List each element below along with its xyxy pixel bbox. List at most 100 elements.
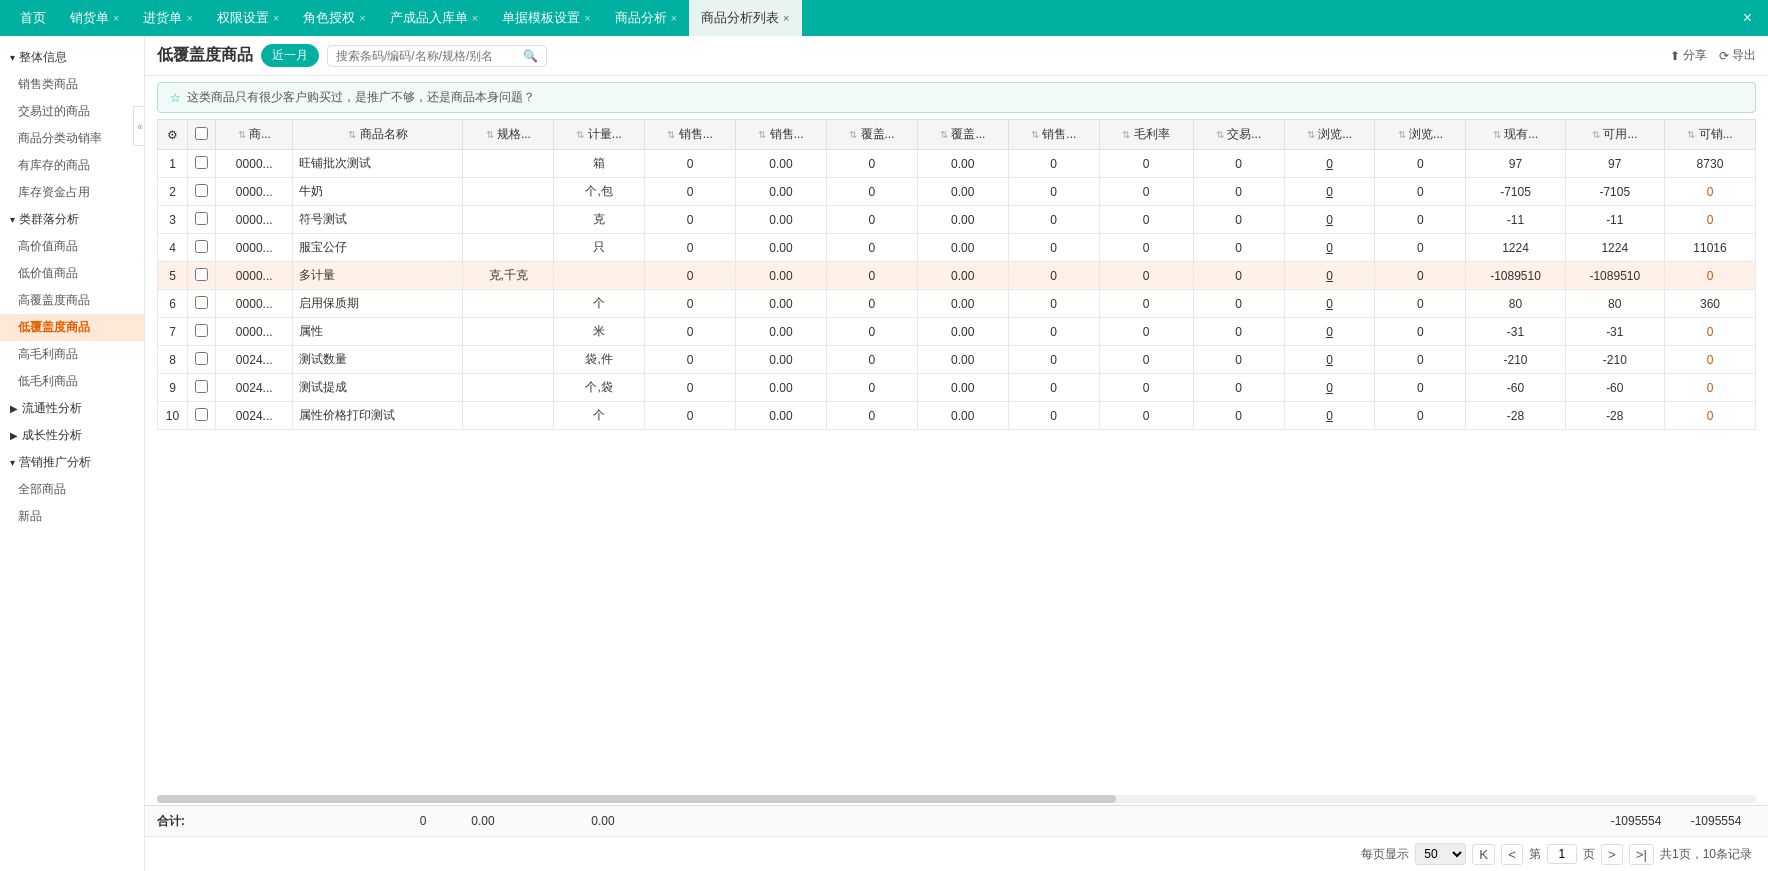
cell-num: 8 bbox=[158, 346, 188, 374]
sidebar-item-high-margin[interactable]: 高毛利商品 bbox=[0, 341, 144, 368]
col-coverage1[interactable]: ⇅ 覆盖... bbox=[826, 120, 917, 150]
close-icon[interactable]: × bbox=[113, 12, 119, 24]
cell-coverage2: 0.00 bbox=[917, 150, 1008, 178]
cell-unit: 个,包 bbox=[554, 178, 645, 206]
cell-stock1: -28 bbox=[1466, 402, 1565, 430]
col-transaction[interactable]: ⇅ 交易... bbox=[1193, 120, 1284, 150]
cell-checkbox[interactable] bbox=[188, 318, 216, 346]
cell-coverage2: 0.00 bbox=[917, 374, 1008, 402]
cell-coverage2: 0.00 bbox=[917, 318, 1008, 346]
next-page-button[interactable]: > bbox=[1601, 844, 1623, 865]
col-checkbox[interactable] bbox=[188, 120, 216, 150]
prev-page-button[interactable]: < bbox=[1501, 844, 1523, 865]
sidebar-item-high-value[interactable]: 高价值商品 bbox=[0, 233, 144, 260]
cell-sales2: 0.00 bbox=[736, 262, 827, 290]
scrollbar-thumb[interactable] bbox=[157, 795, 1116, 803]
close-icon[interactable]: × bbox=[584, 12, 590, 24]
footer-c2: 0.00 bbox=[573, 812, 633, 830]
sidebar-item-stock-capital[interactable]: 库存资金占用 bbox=[0, 179, 144, 206]
sidebar-section-overview[interactable]: ▾ 整体信息 bbox=[0, 44, 144, 71]
col-spec[interactable]: ⇅ 规格... bbox=[463, 120, 554, 150]
nav-sales[interactable]: 销货单 × bbox=[58, 0, 131, 36]
cell-checkbox[interactable] bbox=[188, 402, 216, 430]
sidebar-item-in-stock[interactable]: 有库存的商品 bbox=[0, 152, 144, 179]
cell-checkbox[interactable] bbox=[188, 374, 216, 402]
col-code[interactable]: ⇅ 商... bbox=[216, 120, 293, 150]
cell-stock2: -28 bbox=[1565, 402, 1664, 430]
search-icon[interactable]: 🔍 bbox=[523, 49, 538, 63]
col-browse1[interactable]: ⇅ 浏览... bbox=[1284, 120, 1375, 150]
col-settings[interactable]: ⚙ bbox=[158, 120, 188, 150]
col-stock3[interactable]: ⇅ 可销... bbox=[1664, 120, 1755, 150]
sidebar-item-traded-goods[interactable]: 交易过的商品 bbox=[0, 98, 144, 125]
cell-checkbox[interactable] bbox=[188, 346, 216, 374]
sidebar-section-circulation[interactable]: ▶ 流通性分析 bbox=[0, 395, 144, 422]
last-page-button[interactable]: >| bbox=[1629, 844, 1654, 865]
sidebar-item-category-rate[interactable]: 商品分类动销率 bbox=[0, 125, 144, 152]
sidebar-section-cluster[interactable]: ▾ 类群落分析 bbox=[0, 206, 144, 233]
sidebar-item-low-margin[interactable]: 低毛利商品 bbox=[0, 368, 144, 395]
close-icon[interactable]: × bbox=[671, 12, 677, 24]
close-icon[interactable]: × bbox=[186, 12, 192, 24]
cell-checkbox[interactable] bbox=[188, 178, 216, 206]
select-all-checkbox[interactable] bbox=[195, 127, 208, 140]
nav-purchase[interactable]: 进货单 × bbox=[131, 0, 204, 36]
search-input[interactable] bbox=[336, 49, 519, 63]
col-name[interactable]: ⇅ 商品名称 bbox=[293, 120, 463, 150]
cell-coverage2: 0.00 bbox=[917, 346, 1008, 374]
nav-template[interactable]: 单据模板设置 × bbox=[490, 0, 602, 36]
export-button[interactable]: ⟳ 导出 bbox=[1719, 47, 1756, 64]
cell-code: 0000... bbox=[216, 178, 293, 206]
nav-analysis-list[interactable]: 商品分析列表 × bbox=[689, 0, 801, 36]
nav-home[interactable]: 首页 bbox=[8, 0, 58, 36]
cell-browse2: 0 bbox=[1375, 178, 1466, 206]
nav-products[interactable]: 产成品入库单 × bbox=[378, 0, 490, 36]
col-browse2[interactable]: ⇅ 浏览... bbox=[1375, 120, 1466, 150]
filter-recent-month-button[interactable]: 近一月 bbox=[261, 44, 319, 67]
per-page-select[interactable]: 50 100 bbox=[1415, 843, 1466, 865]
close-icon[interactable]: × bbox=[273, 12, 279, 24]
sidebar-section-growth[interactable]: ▶ 成长性分析 bbox=[0, 422, 144, 449]
sidebar-collapse-button[interactable]: « bbox=[133, 106, 145, 146]
sidebar-item-low-value[interactable]: 低价值商品 bbox=[0, 260, 144, 287]
table-row: 60000...启用保质期个00.0000.00000008080360 bbox=[158, 290, 1756, 318]
col-coverage2[interactable]: ⇅ 覆盖... bbox=[917, 120, 1008, 150]
cell-checkbox[interactable] bbox=[188, 290, 216, 318]
close-icon[interactable]: × bbox=[783, 12, 789, 24]
cell-code: 0024... bbox=[216, 402, 293, 430]
cell-coverage2: 0.00 bbox=[917, 178, 1008, 206]
col-margin[interactable]: ⇅ 毛利率 bbox=[1099, 120, 1193, 150]
info-icon: ☆ bbox=[170, 91, 181, 105]
cell-unit: 只 bbox=[554, 234, 645, 262]
col-unit[interactable]: ⇅ 计量... bbox=[554, 120, 645, 150]
col-sales2[interactable]: ⇅ 销售... bbox=[736, 120, 827, 150]
col-stock1[interactable]: ⇅ 现有... bbox=[1466, 120, 1565, 150]
sidebar-item-all-goods[interactable]: 全部商品 bbox=[0, 476, 144, 503]
sidebar-item-new-goods[interactable]: 新品 bbox=[0, 503, 144, 530]
cell-checkbox[interactable] bbox=[188, 150, 216, 178]
nav-roles[interactable]: 角色授权 × bbox=[291, 0, 377, 36]
nav-analysis[interactable]: 商品分析 × bbox=[603, 0, 689, 36]
cell-checkbox[interactable] bbox=[188, 234, 216, 262]
cell-sales3: 0 bbox=[1008, 150, 1099, 178]
col-sales1[interactable]: ⇅ 销售... bbox=[645, 120, 736, 150]
table-row: 80024...测试数量袋,件00.0000.0000000-210-2100 bbox=[158, 346, 1756, 374]
share-button[interactable]: ⬆ 分享 bbox=[1670, 47, 1707, 64]
cell-checkbox[interactable] bbox=[188, 206, 216, 234]
sidebar-section-marketing[interactable]: ▾ 营销推广分析 bbox=[0, 449, 144, 476]
settings-icon[interactable]: ⚙ bbox=[167, 128, 178, 142]
close-all-tabs-button[interactable]: × bbox=[1735, 9, 1760, 27]
page-number-input[interactable] bbox=[1547, 844, 1577, 864]
data-table-container[interactable]: ⚙ ⇅ 商... ⇅ 商品名称 ⇅ 规格... ⇅ 计量... ⇅ 销售... … bbox=[157, 119, 1756, 793]
sidebar-item-high-coverage[interactable]: 高覆盖度商品 bbox=[0, 287, 144, 314]
first-page-button[interactable]: K bbox=[1472, 844, 1495, 865]
cell-checkbox[interactable] bbox=[188, 262, 216, 290]
close-icon[interactable]: × bbox=[472, 12, 478, 24]
col-stock2[interactable]: ⇅ 可用... bbox=[1565, 120, 1664, 150]
nav-permissions[interactable]: 权限设置 × bbox=[205, 0, 291, 36]
col-sales3[interactable]: ⇅ 销售... bbox=[1008, 120, 1099, 150]
sidebar-item-sales-goods[interactable]: 销售类商品 bbox=[0, 71, 144, 98]
sidebar-item-low-coverage[interactable]: 低覆盖度商品 bbox=[0, 314, 144, 341]
close-icon[interactable]: × bbox=[359, 12, 365, 24]
horizontal-scrollbar[interactable] bbox=[145, 793, 1768, 805]
